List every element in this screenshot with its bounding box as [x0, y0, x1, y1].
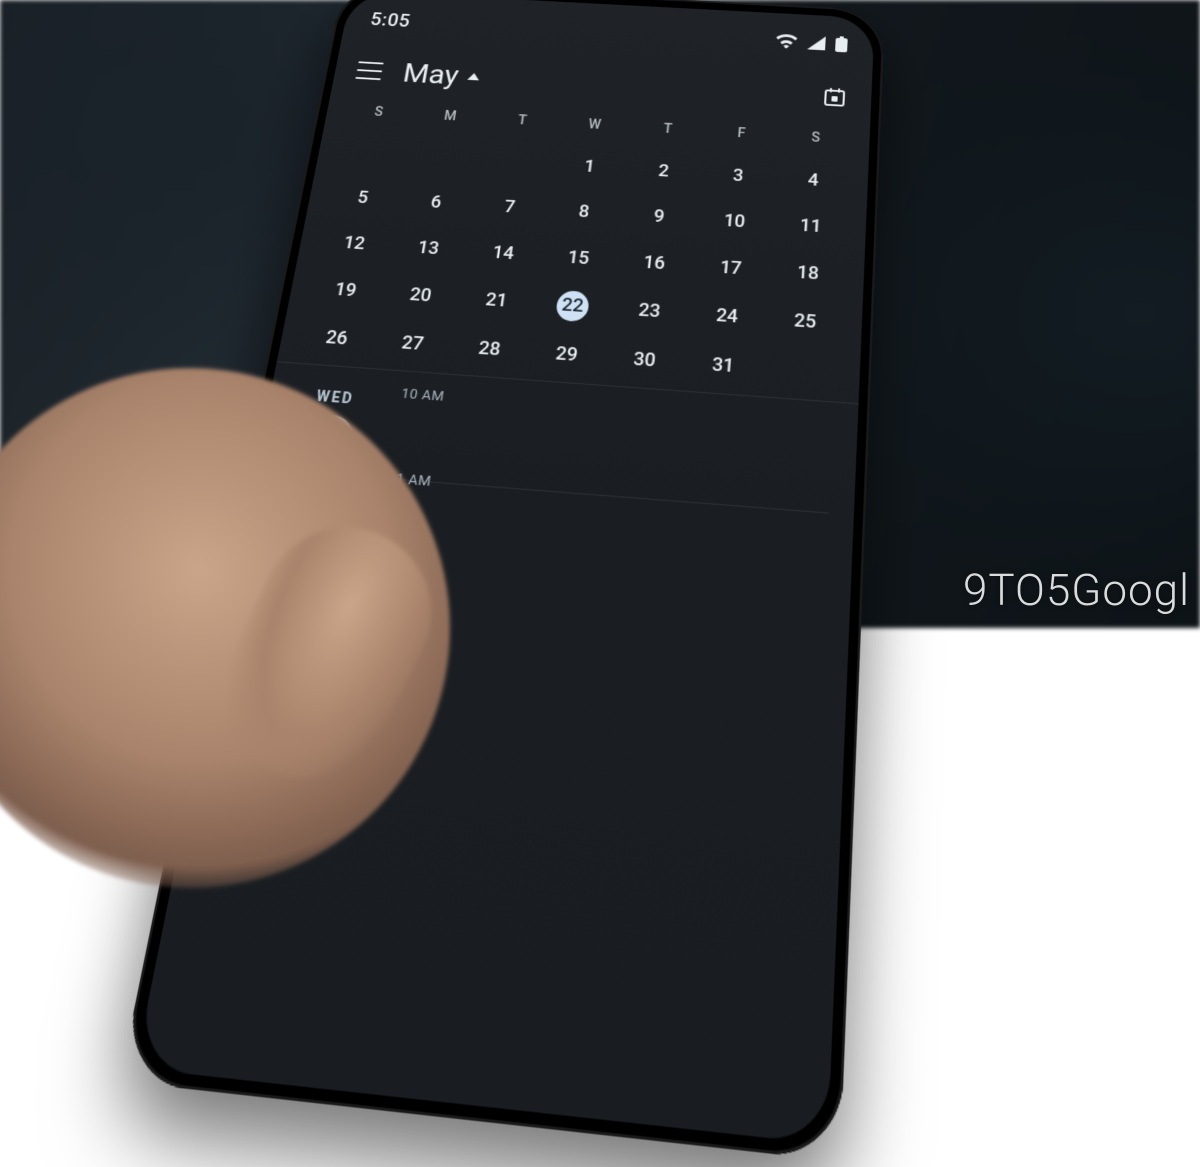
- calendar-day[interactable]: 2: [627, 156, 700, 186]
- signal-icon: [807, 35, 826, 50]
- dow-label: S: [343, 100, 414, 125]
- calendar-day[interactable]: 28: [451, 333, 528, 367]
- battery-icon: [835, 36, 848, 52]
- chevron-up-icon: [468, 73, 481, 81]
- dow-label: S: [780, 125, 852, 151]
- calendar-day[interactable]: 8: [547, 197, 621, 228]
- calendar-day[interactable]: 9: [622, 201, 696, 232]
- month-dropdown[interactable]: May: [401, 57, 483, 92]
- dow-label: T: [632, 116, 704, 142]
- calendar-day[interactable]: 5: [326, 183, 400, 214]
- calendar-day[interactable]: 27: [374, 327, 451, 361]
- month-label: May: [401, 57, 461, 91]
- today-button[interactable]: [820, 84, 850, 111]
- dow-label: W: [559, 112, 630, 138]
- calendar-day[interactable]: 25: [767, 305, 843, 339]
- calendar-day[interactable]: 31: [685, 349, 762, 383]
- calendar-day[interactable]: 26: [298, 322, 375, 355]
- statusbar-clock: 5:05: [369, 9, 412, 31]
- statusbar-right: [775, 33, 848, 53]
- calendar-day[interactable]: 22: [535, 290, 611, 323]
- timeslot-label: 10 AM: [400, 386, 445, 405]
- menu-icon[interactable]: [355, 61, 383, 80]
- calendar-day[interactable]: 21: [458, 285, 534, 318]
- calendar-day[interactable]: 23: [612, 295, 688, 328]
- calendar-day[interactable]: 19: [308, 274, 384, 306]
- calendar-day[interactable]: 3: [702, 161, 775, 192]
- calendar-day[interactable]: 11: [774, 211, 848, 243]
- dow-label: T: [486, 108, 557, 134]
- dow-label: F: [706, 121, 778, 147]
- calendar-day[interactable]: 13: [391, 233, 466, 265]
- calendar-day[interactable]: 18: [770, 257, 845, 290]
- calendar-day[interactable]: 4: [777, 165, 850, 196]
- calendar-day[interactable]: 15: [541, 243, 616, 275]
- calendar-day[interactable]: 12: [317, 228, 392, 260]
- calendar-day[interactable]: 24: [689, 300, 765, 333]
- calendar-day[interactable]: 1: [553, 152, 626, 182]
- calendar-day[interactable]: 14: [466, 238, 541, 270]
- calendar-day[interactable]: 16: [617, 247, 692, 279]
- wifi-icon: [775, 34, 798, 49]
- stage: 5:05 Ma: [0, 0, 1200, 628]
- calendar-day[interactable]: 30: [606, 343, 683, 377]
- calendar-day[interactable]: 17: [693, 252, 768, 284]
- calendar-day[interactable]: 20: [383, 279, 459, 312]
- calendar-day[interactable]: 29: [528, 338, 605, 372]
- dow-label: M: [414, 104, 485, 130]
- calendar-day[interactable]: 7: [473, 192, 547, 223]
- watermark: 9TO5Googl: [963, 564, 1190, 616]
- calendar-day[interactable]: 10: [698, 206, 772, 237]
- calendar-day[interactable]: 6: [399, 188, 473, 219]
- month-mini-calendar: SMTWTFS123456789101112131415161718192021…: [278, 95, 870, 399]
